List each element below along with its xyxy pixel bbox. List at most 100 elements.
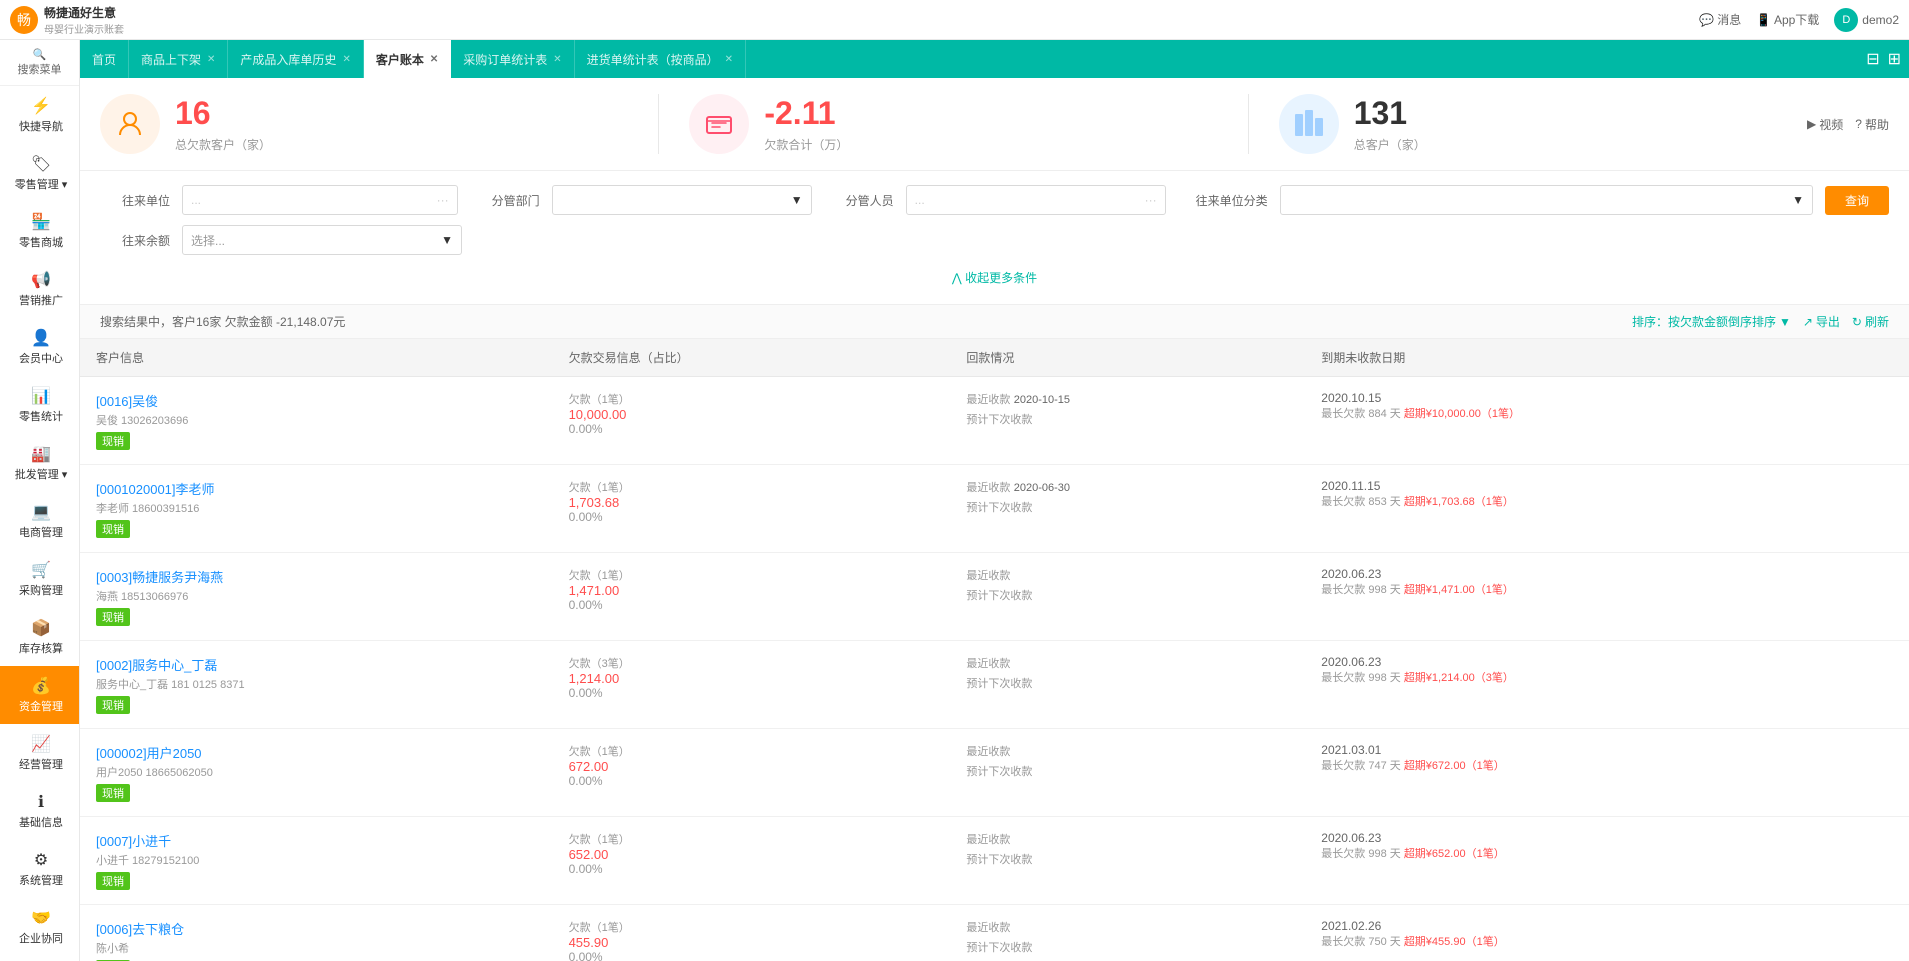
sidebar-item-purchase[interactable]: 🛒 采购管理 [0, 550, 79, 608]
tab-product-shelf[interactable]: 商品上下架 ✕ [129, 40, 228, 78]
overdue-amount-4[interactable]: 超期¥672.00（1笔） [1404, 760, 1505, 772]
video-btn[interactable]: ▶ 视频 [1807, 116, 1843, 133]
overdue-days-2: 最长欠款 998 天 超期¥1,471.00（1笔） [1321, 581, 1893, 597]
stat-label-amount: 欠款合计（万） [764, 136, 848, 153]
sidebar-item-guide[interactable]: 🎓 新手引导 [0, 956, 79, 961]
sort-chevron-icon[interactable]: ▼ [1779, 315, 1791, 329]
debt-count-6: 欠款（1笔） [569, 919, 935, 935]
unit-class-select[interactable]: ▼ [1280, 185, 1813, 215]
tab-customer-account[interactable]: 客户账本 ✕ [364, 40, 451, 78]
sidebar-item-retail-stats[interactable]: 📊 零售统计 [0, 376, 79, 434]
overdue-amount-6[interactable]: 超期¥455.90（1笔） [1404, 936, 1505, 948]
customer-phone-3: 服务中心_丁磊 181 0125 8371 [96, 676, 537, 692]
tab-purchase-product-stats[interactable]: 进货单统计表（按商品） ✕ [575, 40, 746, 78]
sidebar-item-wholesale[interactable]: 🏭 批发管理 ▾ [0, 434, 79, 492]
customer-name-5[interactable]: [0007]小进千 [96, 831, 537, 850]
stat-divider-2 [1248, 94, 1249, 154]
person-input[interactable]: ... ··· [906, 185, 1166, 215]
message-btn[interactable]: 💬 消息 [1699, 11, 1741, 28]
debt-amount-0[interactable]: 10,000.00 [569, 407, 935, 422]
unit-class-chevron-icon: ▼ [1792, 193, 1804, 207]
cell-return-2: 最近收款 预计下次收款 [950, 553, 1305, 641]
download-btn[interactable]: 📱 App下载 [1756, 11, 1819, 28]
overdue-amount-5[interactable]: 超期¥652.00（1笔） [1404, 848, 1505, 860]
debt-percent-5: 0.00% [569, 862, 935, 876]
overdue-amount-1[interactable]: 超期¥1,703.68（1笔） [1404, 496, 1514, 508]
debt-amount-1[interactable]: 1,703.68 [569, 495, 935, 510]
overdue-date-3: 2020.06.23 [1321, 655, 1893, 669]
sidebar-item-enterprise[interactable]: 🤝 企业协同 [0, 898, 79, 956]
cell-overdue-6: 2021.02.26 最长欠款 750 天 超期¥455.90（1笔） [1305, 905, 1909, 961]
th-customer-info: 客户信息 [80, 339, 553, 377]
close-icon[interactable]: ✕ [207, 54, 215, 65]
tab-home[interactable]: 首页 [80, 40, 129, 78]
close-icon[interactable]: ✕ [725, 54, 733, 65]
debt-amount-6[interactable]: 455.90 [569, 935, 935, 950]
export-btn[interactable]: ↗ 导出 [1803, 313, 1840, 330]
customer-tag-2: 现销 [96, 608, 130, 626]
sidebar-item-ecommerce[interactable]: 💻 电商管理 [0, 492, 79, 550]
table-row: [0002]服务中心_丁磊 服务中心_丁磊 181 0125 8371 现销 欠… [80, 641, 1909, 729]
stat-icon-total [1279, 94, 1339, 154]
sidebar-item-retail-mgmt[interactable]: 🏷 零售管理 ▾ [0, 144, 79, 202]
debt-amount-4[interactable]: 672.00 [569, 759, 935, 774]
close-icon[interactable]: ✕ [342, 54, 350, 65]
tabs-expand-icon[interactable]: ⊞ [1888, 49, 1901, 69]
stat-info-customers: 16 总欠款客户（家） [175, 95, 271, 153]
tabs-bar: 首页 商品上下架 ✕ 产成品入库单历史 ✕ 客户账本 ✕ 采购订单统计表 ✕ [80, 40, 1909, 78]
person-dots: ... [915, 193, 925, 207]
overdue-days-4: 最长欠款 747 天 超期¥672.00（1笔） [1321, 757, 1893, 773]
debt-count-2: 欠款（1笔） [569, 567, 935, 583]
cell-return-6: 最近收款 预计下次收款 [950, 905, 1305, 961]
stat-label-total: 总客户（家） [1354, 136, 1426, 153]
cell-customer-1: [0001020001]李老师 李老师 18600391516 现销 [80, 465, 553, 553]
stat-info-total: 131 总客户（家） [1354, 95, 1426, 153]
customer-name-1[interactable]: [0001020001]李老师 [96, 479, 537, 498]
close-icon[interactable]: ✕ [430, 54, 438, 65]
table-row: [0016]吴俊 吴俊 13026203696 现销 欠款（1笔） 10,000… [80, 377, 1909, 465]
debt-amount-3[interactable]: 1,214.00 [569, 671, 935, 686]
close-icon[interactable]: ✕ [553, 54, 561, 65]
tabs-collapse-icon[interactable]: ⊟ [1866, 49, 1879, 69]
query-button[interactable]: 查询 [1825, 186, 1889, 215]
debt-amount-2[interactable]: 1,471.00 [569, 583, 935, 598]
sidebar-item-marketing[interactable]: 📢 营销推广 [0, 260, 79, 318]
sidebar-item-basic-info[interactable]: ℹ 基础信息 [0, 782, 79, 840]
customer-name-4[interactable]: [000002]用户2050 [96, 743, 537, 762]
refresh-btn[interactable]: ↻ 刷新 [1852, 313, 1889, 330]
sidebar-item-member[interactable]: 👤 会员中心 [0, 318, 79, 376]
overdue-date-2: 2020.06.23 [1321, 567, 1893, 581]
balance-select[interactable]: 选择... ▼ [182, 225, 462, 255]
table-row: [000002]用户2050 用户2050 18665062050 现销 欠款（… [80, 729, 1909, 817]
sidebar-item-nav[interactable]: ⚡ 快捷导航 [0, 86, 79, 144]
source-unit-input[interactable]: ... ··· [182, 185, 458, 215]
help-btn[interactable]: ? 帮助 [1855, 116, 1889, 133]
debt-amount-5[interactable]: 652.00 [569, 847, 935, 862]
sidebar-item-system[interactable]: ⚙ 系统管理 [0, 840, 79, 898]
user-avatar[interactable]: D demo2 [1834, 8, 1899, 32]
customer-name-6[interactable]: [0006]去下粮仓 [96, 919, 537, 938]
cell-return-0: 最近收款 2020-10-15 预计下次收款 [950, 377, 1305, 465]
customer-tag-5: 现销 [96, 872, 130, 890]
search-menu[interactable]: 🔍 搜索菜单 [0, 40, 79, 86]
customer-name-0[interactable]: [0016]吴俊 [96, 391, 537, 410]
sidebar-item-retail-mall[interactable]: 🏪 零售商城 [0, 202, 79, 260]
overdue-amount-2[interactable]: 超期¥1,471.00（1笔） [1404, 584, 1514, 596]
collapse-button[interactable]: ⋀ 收起更多条件 [100, 265, 1889, 290]
sidebar-item-operation[interactable]: 📈 经营管理 [0, 724, 79, 782]
tab-product-history[interactable]: 产成品入库单历史 ✕ [228, 40, 363, 78]
sidebar-item-finance[interactable]: 💰 资金管理 [0, 666, 79, 724]
overdue-amount-3[interactable]: 超期¥1,214.00（3笔） [1404, 672, 1514, 684]
customer-name-3[interactable]: [0002]服务中心_丁磊 [96, 655, 537, 674]
customer-phone-2: 海燕 18513066976 [96, 588, 537, 604]
customer-tag-0: 现销 [96, 432, 130, 450]
stat-number-total: 131 [1354, 95, 1426, 132]
th-return-status: 回款情况 [950, 339, 1305, 377]
sidebar-item-inventory[interactable]: 📦 库存核算 [0, 608, 79, 666]
overdue-date-6: 2021.02.26 [1321, 919, 1893, 933]
tab-purchase-stats[interactable]: 采购订单统计表 ✕ [451, 40, 574, 78]
balance-label: 往来余额 [100, 232, 170, 249]
dept-select[interactable]: ▼ [552, 185, 812, 215]
overdue-amount-0[interactable]: 超期¥10,000.00（1笔） [1404, 408, 1520, 420]
customer-name-2[interactable]: [0003]畅捷服务尹海燕 [96, 567, 537, 586]
